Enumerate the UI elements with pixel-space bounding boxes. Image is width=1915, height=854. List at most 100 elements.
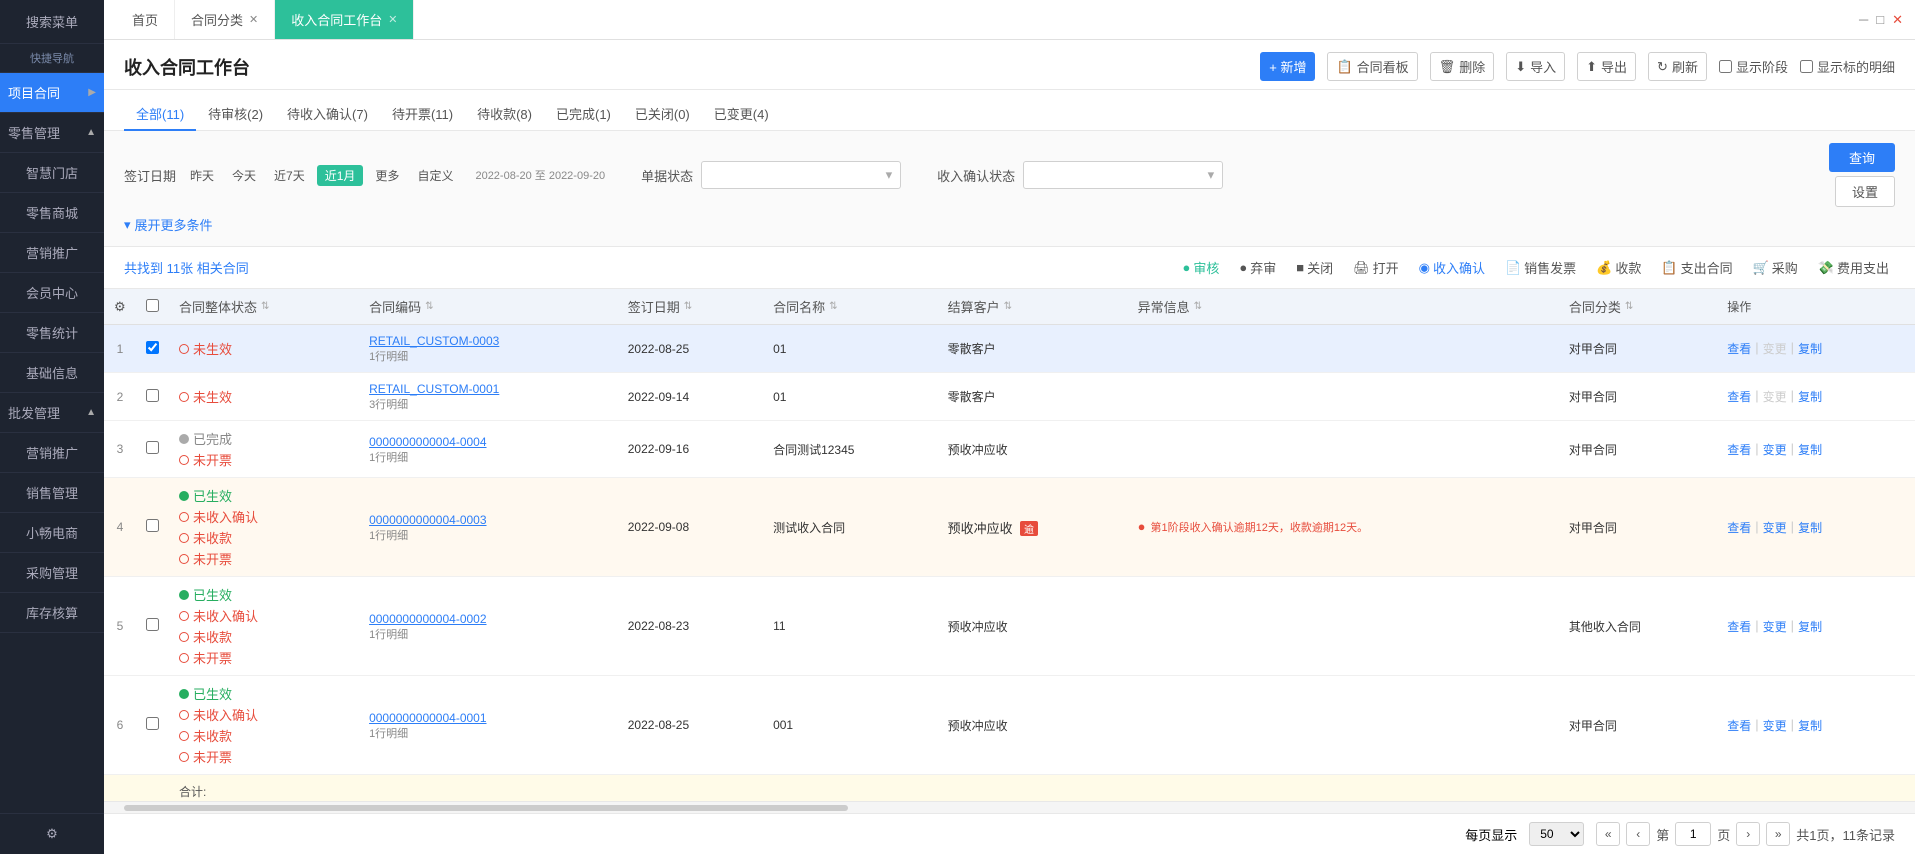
sidebar-item-sales-mgmt[interactable]: 销售管理 [0,473,104,513]
date-opt-more[interactable]: 更多 [369,165,405,186]
horizontal-scrollbar[interactable] [104,801,1915,813]
change-action[interactable]: 变更 [1763,441,1787,458]
settings-icon[interactable]: ⚙ [114,299,126,314]
cell-checkbox[interactable] [136,478,169,577]
tab-contract-cat[interactable]: 合同分类 ✕ [175,0,275,39]
date-opt-yesterday[interactable]: 昨天 [184,165,220,186]
code-link[interactable]: 0000000000004-0003 [369,513,486,527]
view-action[interactable]: 查看 [1727,717,1751,734]
sidebar-item-batch-mgmt[interactable]: 批发管理 ▲ [0,393,104,433]
date-opt-last-month[interactable]: 近1月 [317,165,364,186]
sidebar-item-smart-store[interactable]: 智慧门店 [0,153,104,193]
change-action[interactable]: 变更 [1763,618,1787,635]
change-action[interactable]: 变更 [1763,340,1787,357]
change-action[interactable]: 变更 [1763,717,1787,734]
sidebar-item-retail-mgmt[interactable]: 零售管理 ▲ [0,113,104,153]
th-status[interactable]: 合同整体状态⇅ [169,289,359,325]
sidebar-search[interactable]: 搜索菜单 [0,0,104,44]
show-stage-checkbox[interactable]: 显示阶段 [1719,57,1788,76]
first-page-btn[interactable]: « [1596,822,1620,846]
next-page-btn[interactable]: › [1736,822,1760,846]
maximize-btn[interactable]: □ [1876,12,1884,27]
cell-checkbox[interactable] [136,325,169,373]
date-opt-today[interactable]: 今天 [226,165,262,186]
code-link[interactable]: RETAIL_CUSTOM-0001 [369,382,499,396]
refresh-btn[interactable]: ↻ 刷新 [1648,52,1707,81]
th-checkbox[interactable] [136,289,169,325]
audit-btn[interactable]: ● 审核 [1176,255,1225,280]
abandon-btn[interactable]: ● 弃审 [1233,255,1282,280]
out-contract-btn[interactable]: 📋 支出合同 [1655,255,1738,280]
sidebar-item-purchase[interactable]: 采购管理 [0,553,104,593]
copy-action[interactable]: 复制 [1798,388,1822,405]
filter-tab-pending-invoice[interactable]: 待开票(11) [380,98,465,131]
filter-tab-pending-collect[interactable]: 待收款(8) [465,98,544,131]
filter-tab-pending-income[interactable]: 待收入确认(7) [275,98,380,131]
income-confirm-select[interactable]: ▾ [1023,161,1223,189]
view-action[interactable]: 查看 [1727,340,1751,357]
th-category[interactable]: 合同分类⇅ [1559,289,1717,325]
filter-tab-all[interactable]: 全部(11) [124,98,196,131]
new-btn[interactable]: + 新增 [1260,52,1315,81]
filter-tab-pending-review[interactable]: 待审核(2) [196,98,275,131]
close-tab-income-workbench[interactable]: ✕ [388,13,397,26]
sidebar-item-project[interactable]: 项目合同 ▶ [0,73,104,113]
status-select[interactable]: ▾ [701,161,901,189]
sidebar-item-mkt-promo2[interactable]: 营销推广 [0,433,104,473]
last-page-btn[interactable]: » [1766,822,1790,846]
cell-checkbox[interactable] [136,577,169,676]
cell-checkbox[interactable] [136,373,169,421]
prev-page-btn[interactable]: ‹ [1626,822,1650,846]
sidebar-settings-btn[interactable]: ⚙ [0,813,104,854]
tab-income-workbench[interactable]: 收入合同工作台 ✕ [275,0,414,39]
sidebar-item-inventory[interactable]: 库存核算 [0,593,104,633]
filter-tab-completed[interactable]: 已完成(1) [544,98,623,131]
copy-action[interactable]: 复制 [1798,441,1822,458]
code-link[interactable]: 0000000000004-0002 [369,612,486,626]
contract-board-btn[interactable]: 📋 合同看板 [1327,52,1417,81]
close-tab-contract-cat[interactable]: ✕ [249,13,258,26]
copy-action[interactable]: 复制 [1798,717,1822,734]
th-settings[interactable]: ⚙ [104,289,136,325]
copy-action[interactable]: 复制 [1798,519,1822,536]
close-contract-btn[interactable]: ■ 关闭 [1290,255,1339,280]
th-error-info[interactable]: 异常信息⇅ [1128,289,1559,325]
view-action[interactable]: 查看 [1727,618,1751,635]
sidebar-item-mkt-promo[interactable]: 营销推广 [0,233,104,273]
th-code[interactable]: 合同编码⇅ [359,289,618,325]
income-confirm-btn[interactable]: ◉ 收入确认 [1413,255,1491,280]
sidebar-item-member[interactable]: 会员中心 [0,273,104,313]
cell-checkbox[interactable] [136,676,169,775]
cell-checkbox[interactable] [136,421,169,478]
setting-btn[interactable]: 设置 [1835,176,1895,207]
sidebar-item-xiaochangec[interactable]: 小畅电商 [0,513,104,553]
print-btn[interactable]: 🖨 打开 [1347,255,1405,280]
filter-tab-closed[interactable]: 已关闭(0) [623,98,702,131]
copy-action[interactable]: 复制 [1798,618,1822,635]
close-window-btn[interactable]: ✕ [1892,12,1903,28]
view-action[interactable]: 查看 [1727,388,1751,405]
date-opt-last7[interactable]: 近7天 [268,165,311,186]
sidebar-item-retail-stats[interactable]: 零售统计 [0,313,104,353]
page-number-input[interactable] [1675,822,1711,846]
view-action[interactable]: 查看 [1727,519,1751,536]
copy-action[interactable]: 复制 [1798,340,1822,357]
filter-tab-changed[interactable]: 已变更(4) [702,98,781,131]
th-sign-date[interactable]: 签订日期⇅ [618,289,763,325]
code-link[interactable]: 0000000000004-0001 [369,711,486,725]
code-link[interactable]: 0000000000004-0004 [369,435,486,449]
view-action[interactable]: 查看 [1727,441,1751,458]
delete-btn[interactable]: 🗑 删除 [1430,52,1495,81]
select-all-checkbox[interactable] [146,299,159,312]
sales-invoice-btn[interactable]: 📄 销售发票 [1499,255,1582,280]
show-detail-checkbox[interactable]: 显示标的明细 [1800,57,1895,76]
th-customer[interactable]: 结算客户⇅ [938,289,1128,325]
minimize-btn[interactable]: ─ [1859,12,1868,27]
page-size-select[interactable]: 50 10 20 100 [1529,822,1584,846]
th-name[interactable]: 合同名称⇅ [763,289,938,325]
expand-conditions-btn[interactable]: ▾ 展开更多条件 [124,215,1895,234]
date-opt-custom[interactable]: 自定义 [411,165,459,186]
change-action[interactable]: 变更 [1763,388,1787,405]
collect-btn[interactable]: 💰 收款 [1590,255,1647,280]
sidebar-item-retail-mall[interactable]: 零售商城 [0,193,104,233]
